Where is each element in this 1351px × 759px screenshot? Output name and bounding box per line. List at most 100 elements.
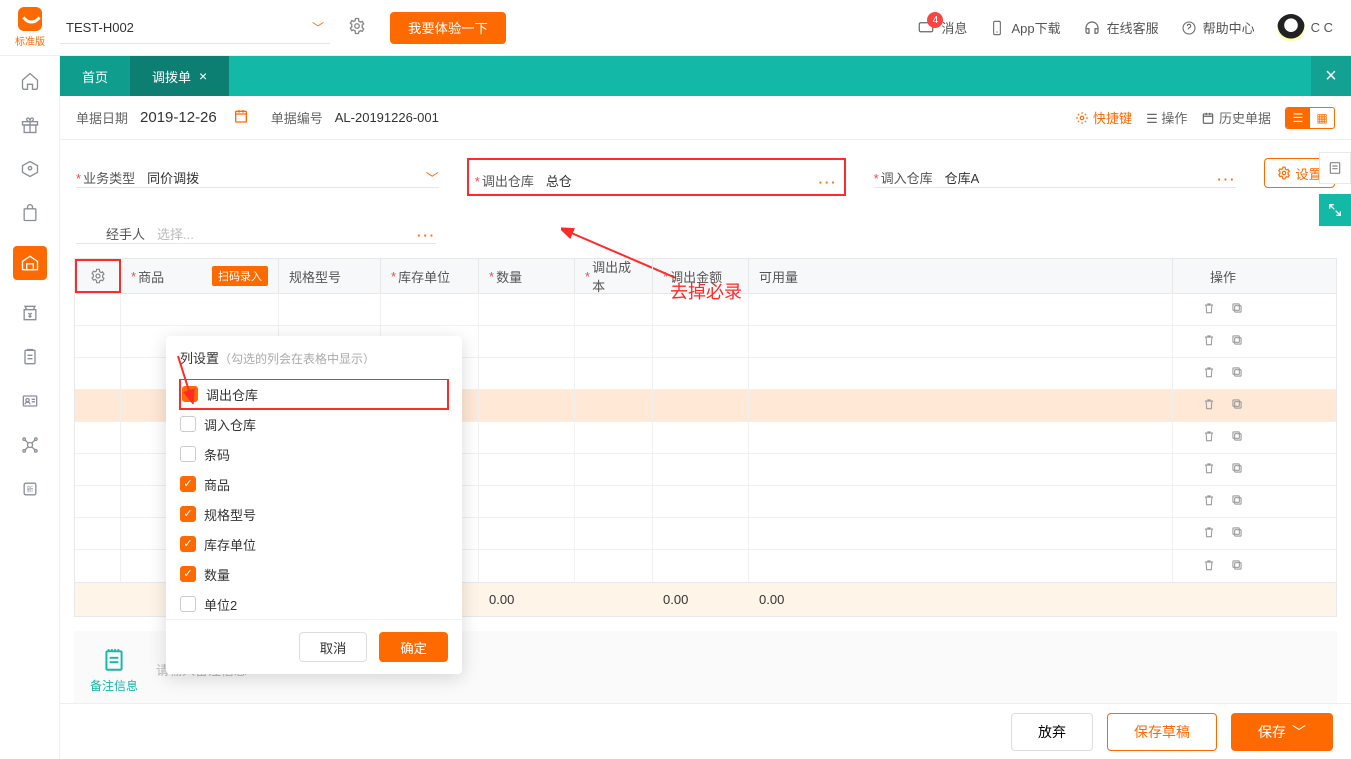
copy-icon[interactable]	[1230, 333, 1244, 350]
headset-icon	[1083, 19, 1101, 37]
hotkey-link[interactable]: 快捷键	[1075, 108, 1132, 127]
sidebar-graph-icon[interactable]	[19, 434, 41, 456]
messages-link[interactable]: 4 消息	[917, 18, 967, 37]
column-option[interactable]: 条码	[180, 439, 448, 469]
table-row[interactable]	[75, 294, 1336, 326]
checkbox[interactable]	[180, 566, 196, 582]
save-button[interactable]: 保存﹀	[1231, 713, 1333, 751]
delete-icon[interactable]	[1202, 365, 1216, 382]
col-unit[interactable]: *库存单位	[381, 259, 479, 293]
tabs-close-all[interactable]: ×	[1311, 56, 1351, 96]
copy-icon[interactable]	[1230, 525, 1244, 542]
col-amount[interactable]: *调出金额	[653, 259, 749, 293]
total-qty: 0.00	[479, 583, 575, 616]
delete-icon[interactable]	[1202, 333, 1216, 350]
actions-link[interactable]: ☰ 操作	[1146, 108, 1187, 127]
org-select[interactable]: TEST-H002 ﹀	[60, 12, 330, 44]
confirm-button[interactable]: 确定	[379, 632, 448, 662]
tab-home[interactable]: 首页	[60, 56, 130, 96]
col-qty[interactable]: *数量	[479, 259, 575, 293]
view-toggle[interactable]: ☰ ▦	[1285, 107, 1335, 129]
app-download-link[interactable]: App下载	[989, 18, 1060, 37]
col-available[interactable]: 可用量	[749, 259, 1173, 293]
history-link[interactable]: 历史单据	[1201, 108, 1271, 127]
delete-icon[interactable]	[1202, 525, 1216, 542]
sidebar-id-icon[interactable]	[19, 390, 41, 412]
copy-icon[interactable]	[1230, 461, 1244, 478]
rail-detail-icon[interactable]	[1319, 152, 1351, 184]
column-option[interactable]: 商品	[180, 469, 448, 499]
save-draft-button[interactable]: 保存草稿	[1107, 713, 1217, 751]
more-icon[interactable]: ···	[1217, 172, 1236, 187]
copy-icon[interactable]	[1230, 365, 1244, 382]
expand-icon[interactable]	[1319, 194, 1351, 226]
tab-transfer-order[interactable]: 调拨单 ×	[130, 56, 229, 96]
delete-icon[interactable]	[1202, 558, 1216, 575]
checkbox[interactable]	[180, 476, 196, 492]
column-settings-button[interactable]	[75, 259, 121, 293]
total-amount: 0.00	[653, 583, 749, 616]
column-option[interactable]: 规格型号	[180, 499, 448, 529]
delete-icon[interactable]	[1202, 493, 1216, 510]
column-option[interactable]: 调出仓库	[180, 379, 448, 409]
customer-service-link[interactable]: 在线客服	[1083, 18, 1159, 37]
biz-type-field[interactable]: *业务类型 同价调拨 ﹀	[76, 158, 439, 188]
delete-icon[interactable]	[1202, 461, 1216, 478]
trial-button[interactable]: 我要体验一下	[390, 12, 506, 44]
gear-icon[interactable]	[348, 17, 366, 38]
checkbox[interactable]	[180, 446, 196, 462]
col-cost[interactable]: *调出成本	[575, 259, 653, 293]
logo-icon	[18, 7, 42, 31]
checkbox[interactable]	[182, 386, 198, 402]
copy-icon[interactable]	[1230, 558, 1244, 575]
grid-view-icon[interactable]: ▦	[1310, 108, 1334, 128]
chevron-down-icon: ﹀	[312, 19, 324, 36]
checkbox[interactable]	[180, 596, 196, 612]
copy-icon[interactable]	[1230, 493, 1244, 510]
logo-edition: 标准版	[15, 33, 45, 48]
sidebar: 新	[0, 56, 60, 759]
total-available: 0.00	[749, 583, 1173, 616]
out-warehouse-field[interactable]: *调出仓库 总仓 ···	[467, 158, 846, 196]
checkbox[interactable]	[180, 536, 196, 552]
copy-icon[interactable]	[1230, 429, 1244, 446]
phone-icon	[989, 20, 1005, 36]
more-icon[interactable]: ···	[819, 175, 838, 190]
sidebar-tag-icon[interactable]	[19, 158, 41, 180]
copy-icon[interactable]	[1230, 397, 1244, 414]
calendar-icon[interactable]	[233, 108, 249, 127]
column-option[interactable]: 库存单位	[180, 529, 448, 559]
more-icon[interactable]: ···	[417, 228, 436, 243]
help-link[interactable]: 帮助中心	[1181, 18, 1255, 37]
close-icon[interactable]: ×	[199, 68, 207, 84]
checkbox[interactable]	[180, 506, 196, 522]
delete-icon[interactable]	[1202, 397, 1216, 414]
scan-badge[interactable]: 扫码录入	[212, 266, 268, 286]
user-menu[interactable]: C C	[1277, 14, 1333, 42]
sidebar-gift-icon[interactable]	[19, 114, 41, 136]
sidebar-clipboard-icon[interactable]	[19, 346, 41, 368]
col-product[interactable]: *商品扫码录入	[121, 259, 279, 293]
column-option[interactable]: 单位2	[180, 589, 448, 619]
sidebar-warehouse-icon[interactable]	[13, 246, 47, 280]
copy-icon[interactable]	[1230, 301, 1244, 318]
sidebar-home-icon[interactable]	[19, 70, 41, 92]
sidebar-money-icon[interactable]	[19, 302, 41, 324]
doc-no: AL-20191226-001	[335, 110, 439, 125]
column-option[interactable]: 调入仓库	[180, 409, 448, 439]
col-spec[interactable]: 规格型号	[279, 259, 381, 293]
delete-icon[interactable]	[1202, 429, 1216, 446]
in-warehouse-field[interactable]: *调入仓库 仓库A ···	[874, 158, 1237, 188]
checkbox[interactable]	[180, 416, 196, 432]
list-view-icon[interactable]: ☰	[1286, 108, 1310, 128]
cancel-button[interactable]: 取消	[299, 632, 368, 662]
handler-field[interactable]: 经手人 选择... ···	[76, 214, 436, 244]
discard-button[interactable]: 放弃	[1011, 713, 1093, 751]
column-option[interactable]: 数量	[180, 559, 448, 589]
org-name: TEST-H002	[66, 20, 134, 35]
doc-date[interactable]: 2019-12-26	[140, 109, 221, 126]
delete-icon[interactable]	[1202, 301, 1216, 318]
sidebar-bag-icon[interactable]	[19, 202, 41, 224]
logo[interactable]: 标准版	[0, 7, 60, 48]
sidebar-new-icon[interactable]: 新	[19, 478, 41, 500]
